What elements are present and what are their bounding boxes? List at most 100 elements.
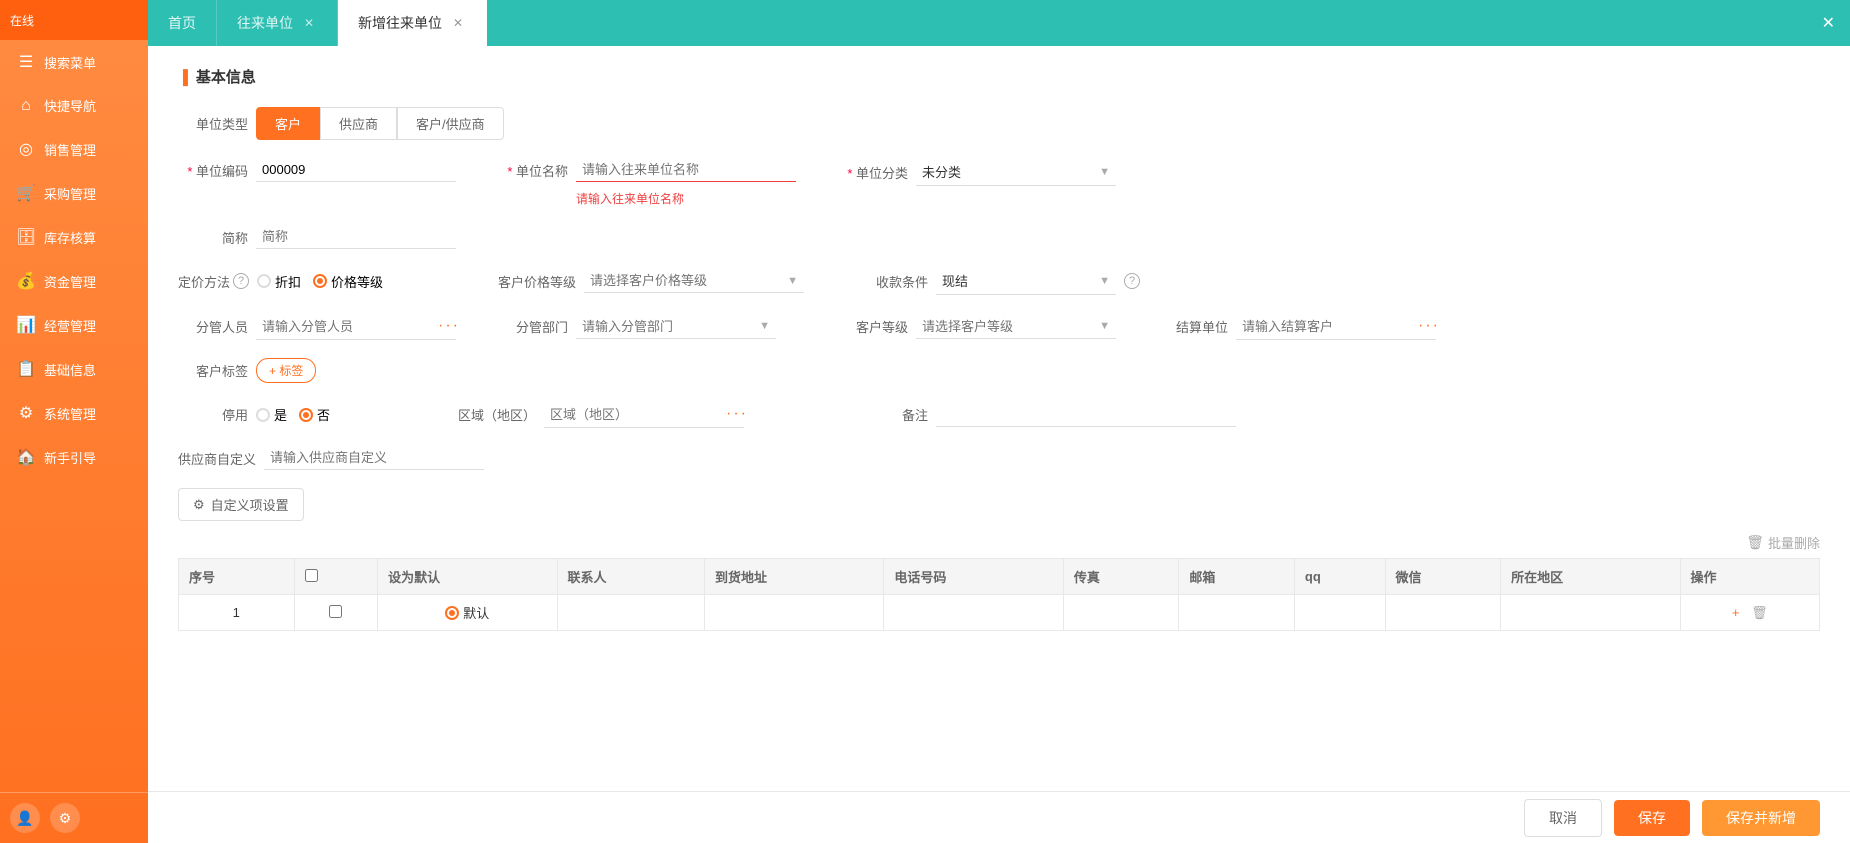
- region-more-btn[interactable]: ···: [726, 405, 748, 423]
- sidebar-settings-btn[interactable]: ⚙: [50, 803, 80, 833]
- department-input[interactable]: [582, 319, 759, 334]
- sidebar-item-finance[interactable]: 💰 资金管理: [0, 259, 148, 303]
- row-email: [1179, 595, 1295, 631]
- unit-name-field: 单位名称 请输入往来单位名称: [498, 158, 838, 207]
- radio-price-level-label: 价格等级: [331, 272, 383, 291]
- sidebar-item-purchase[interactable]: 🛒 采购管理: [0, 171, 148, 215]
- disabled-no-label: 否: [317, 405, 330, 424]
- delete-row-btn[interactable]: 🗑: [1751, 605, 1768, 620]
- table-header: 序号 设为默认 联系人 到货地址 电话号码 传真 邮箱 qq 微信 所在地区 操…: [179, 559, 1820, 595]
- guide-icon: 🏠: [16, 447, 36, 467]
- remark-input[interactable]: [942, 407, 1230, 422]
- short-name-input[interactable]: [256, 225, 456, 249]
- add-tag-btn[interactable]: + 标签: [256, 358, 316, 383]
- col-location: 所在地区: [1501, 559, 1680, 595]
- disabled-yes[interactable]: 是: [256, 405, 287, 424]
- footer: 取消 保存 保存并新增: [148, 791, 1850, 843]
- customer-level-field: 客户等级 ▼: [838, 315, 1158, 339]
- sidebar-item-sales[interactable]: ◎ 销售管理: [0, 127, 148, 171]
- disabled-field: 停用 是 否: [178, 405, 458, 424]
- search-menu-icon: ☰: [16, 52, 36, 72]
- payment-help-icon[interactable]: ?: [1124, 273, 1140, 289]
- tab-home[interactable]: 首页: [148, 0, 217, 46]
- batch-delete-icon: 🗑: [1746, 534, 1764, 551]
- customer-level-input[interactable]: [922, 319, 1099, 334]
- manager-more-btn[interactable]: ···: [438, 317, 460, 335]
- sidebar-item-label: 销售管理: [44, 140, 96, 159]
- settings-gear-icon: ⚙: [193, 497, 205, 513]
- sidebar-item-system[interactable]: ⚙ 系统管理: [0, 391, 148, 435]
- payment-terms-label: 收款条件: [858, 272, 928, 291]
- unit-category-value: 未分类: [922, 162, 961, 181]
- region-field: 区域（地区） ···: [458, 401, 858, 428]
- row-checkbox[interactable]: [329, 605, 342, 618]
- unit-category-select[interactable]: 未分类 ▼: [916, 158, 1116, 186]
- select-all-checkbox[interactable]: [305, 569, 318, 582]
- unit-code-field: 单位编码: [178, 158, 498, 182]
- col-seq: 序号: [179, 559, 295, 595]
- tab-partners[interactable]: 往来单位 ✕: [217, 0, 338, 46]
- type-btn-customer[interactable]: 客户: [256, 107, 320, 140]
- home-icon: ⌂: [16, 97, 36, 115]
- disabled-no[interactable]: 否: [299, 405, 330, 424]
- sidebar-item-guide[interactable]: 🏠 新手引导: [0, 435, 148, 479]
- unit-name-input[interactable]: [576, 158, 796, 182]
- row-default-cell: 默认: [378, 595, 557, 631]
- settlement-more-btn[interactable]: ···: [1418, 317, 1440, 335]
- save-button[interactable]: 保存: [1614, 800, 1690, 836]
- unit-code-input[interactable]: [256, 158, 456, 182]
- settlement-input[interactable]: [1242, 319, 1418, 334]
- basic-info-icon: 📋: [16, 359, 36, 379]
- sidebar-item-quick-nav[interactable]: ⌂ 快捷导航: [0, 84, 148, 127]
- disabled-region-row: 停用 是 否 区域（地区） ···: [178, 401, 1820, 428]
- tab-new-partner-close[interactable]: ✕: [450, 15, 466, 31]
- pricing-method-label: 定价方法 ?: [178, 272, 249, 291]
- row-default-radio[interactable]: 默认: [388, 603, 546, 622]
- tab-new-partner[interactable]: 新增往来单位 ✕: [338, 0, 487, 46]
- unit-type-buttons: 客户 供应商 客户/供应商: [256, 107, 504, 140]
- customer-price-select[interactable]: ▼: [584, 269, 804, 293]
- department-select[interactable]: ▼: [576, 315, 776, 339]
- region-input[interactable]: [550, 407, 726, 422]
- sidebar-user-btn[interactable]: 👤: [10, 803, 40, 833]
- supplier-custom-input[interactable]: [264, 446, 484, 470]
- sidebar-item-inventory[interactable]: 🗄 库存核算: [0, 215, 148, 259]
- radio-discount[interactable]: 折扣: [257, 272, 301, 291]
- radio-price-level[interactable]: 价格等级: [313, 272, 383, 291]
- remark-input-wrap: [936, 403, 1236, 427]
- pricing-help-icon[interactable]: ?: [233, 273, 249, 289]
- row-checkbox-cell: [294, 595, 378, 631]
- window-close-btn[interactable]: ✕: [1822, 13, 1835, 33]
- sidebar-item-basic-info[interactable]: 📋 基础信息: [0, 347, 148, 391]
- sidebar-item-search[interactable]: ☰ 搜索菜单: [0, 40, 148, 84]
- cancel-button[interactable]: 取消: [1524, 799, 1602, 837]
- col-contact: 联系人: [557, 559, 704, 595]
- add-row-btn[interactable]: +: [1732, 605, 1740, 620]
- batch-delete-label[interactable]: 批量删除: [1768, 533, 1820, 552]
- sidebar-item-operations[interactable]: 📊 经营管理: [0, 303, 148, 347]
- batch-delete-area: 🗑 批量删除: [178, 533, 1820, 552]
- remark-field: 备注: [858, 403, 1820, 427]
- department-arrow: ▼: [759, 320, 770, 332]
- row-fax: [1063, 595, 1179, 631]
- tab-partners-close[interactable]: ✕: [301, 15, 317, 31]
- manager-input[interactable]: [262, 319, 438, 334]
- payment-terms-select[interactable]: 现结 ▼: [936, 267, 1116, 295]
- supplier-custom-field: 供应商自定义: [178, 446, 1820, 470]
- system-icon: ⚙: [16, 403, 36, 423]
- settlement-input-wrap: ···: [1236, 313, 1436, 340]
- type-btn-supplier[interactable]: 供应商: [320, 107, 397, 140]
- custom-settings-btn[interactable]: ⚙ 自定义项设置: [178, 488, 304, 521]
- customer-price-input[interactable]: [590, 273, 787, 288]
- sidebar-item-label: 新手引导: [44, 448, 96, 467]
- type-btn-both[interactable]: 客户/供应商: [397, 107, 504, 140]
- save-new-button[interactable]: 保存并新增: [1702, 800, 1820, 836]
- customer-level-select[interactable]: ▼: [916, 315, 1116, 339]
- short-name-row: 简称: [178, 225, 1820, 249]
- radio-price-level-circle: [313, 274, 327, 288]
- customer-price-label: 客户价格等级: [498, 272, 576, 291]
- col-wechat: 微信: [1385, 559, 1501, 595]
- section-title: ▐ 基本信息: [178, 66, 1820, 87]
- payment-terms-value: 现结: [942, 271, 968, 290]
- default-radio-label: 默认: [463, 603, 489, 622]
